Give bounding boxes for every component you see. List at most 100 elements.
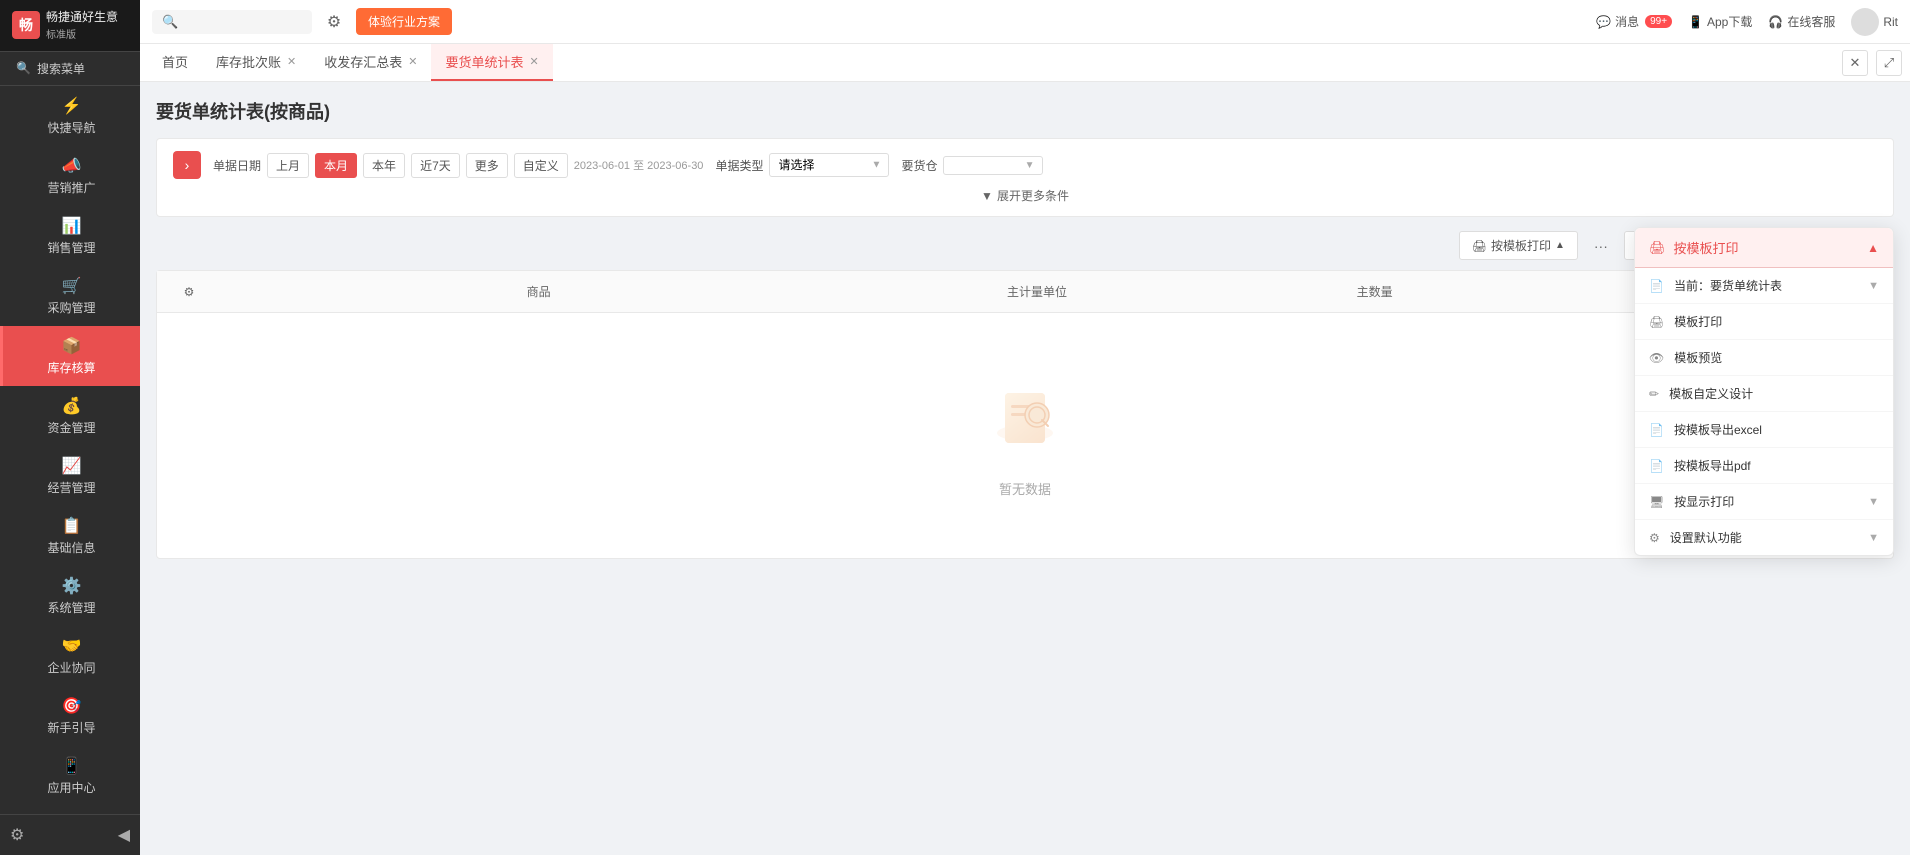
sidebar-item-marketing[interactable]: 📣 营销推广 [0,146,140,206]
dropdown-item-export-pdf[interactable]: 📄 按模板导出pdf [1635,448,1893,484]
inventory-icon: 📦 [62,336,82,356]
dropdown-default-func[interactable]: ⚙ 设置默认功能 ▼ [1635,520,1893,555]
basic-icon: 📋 [62,516,82,536]
sidebar-item-collab[interactable]: 🤝 企业协同 [0,626,140,686]
dropdown-current-item[interactable]: 📄 当前：要货单统计表 ▼ [1635,268,1893,304]
bill-type-select-wrapper[interactable]: 请选择 ▼ [769,153,889,177]
main-area: 🔍 ⚙ 体验行业方案 💬 消息 99+ 📱 App下载 🎧 在线客服 [140,0,1910,855]
sidebar-settings-icon[interactable]: ⚙ [10,825,24,845]
message-label: 消息 [1615,13,1639,30]
date-this-year-btn[interactable]: 本年 [363,153,405,178]
bill-type-label: 单据类型 [715,157,763,174]
th-settings[interactable]: ⚙ [169,281,209,303]
appstore-icon: 📱 [62,756,82,776]
date-filter: 单据日期 上月 本月 本年 近7天 更多 自定义 2023-06-01 至 20… [213,153,703,178]
online-service-btn[interactable]: 🎧 在线客服 [1768,13,1835,30]
yh-select-box[interactable]: ▼ [943,156,1043,175]
item-label: 模板打印 [1674,313,1722,330]
empty-text: 暂无数据 [999,479,1051,498]
tab-close-summary[interactable]: ✕ [408,55,417,68]
sidebar-item-operation[interactable]: 📈 经营管理 [0,446,140,506]
tab-close-inventory-batch[interactable]: ✕ [287,55,296,68]
yh-filter: 要货仓 ▼ [901,156,1043,175]
guide-icon: 🎯 [62,696,82,716]
date-this-month-btn[interactable]: 本月 [315,153,357,178]
date-7days-btn[interactable]: 近7天 [411,153,460,178]
bill-type-select[interactable]: 请选择 [769,153,889,177]
sidebar-item-purchase[interactable]: 🛒 采购管理 [0,266,140,326]
search-icon: 🔍 [16,61,31,75]
topbar-right: 💬 消息 99+ 📱 App下载 🎧 在线客服 Rit [1596,8,1898,36]
dropdown-collapse-btn[interactable]: ▲ [1867,241,1879,255]
content-area: 要货单统计表(按商品) › 单据日期 上月 本月 本年 近7天 更多 自定义 2… [140,82,1910,855]
sidebar-item-label: 企业协同 [47,659,95,676]
sidebar-item-finance[interactable]: 💰 资金管理 [0,386,140,446]
bill-type-filter: 单据类型 请选择 ▼ [715,153,889,177]
sidebar-item-inventory[interactable]: 📦 库存核算 [0,326,140,386]
display-print-icon: 🖥 [1649,495,1664,509]
tab-home[interactable]: 首页 [148,44,202,81]
dropdown-header: 🖨 按模板打印 ▲ [1635,228,1893,268]
message-btn[interactable]: 💬 消息 99+ [1596,13,1672,30]
dropdown-display-print[interactable]: 🖥 按显示打印 ▼ [1635,484,1893,520]
sidebar-search[interactable]: 🔍 搜索菜单 [0,52,140,86]
marketing-icon: 📣 [62,156,82,176]
sidebar-item-basic[interactable]: 📋 基础信息 [0,506,140,566]
date-more-btn[interactable]: 更多 [466,153,508,178]
sidebar-nav: ⚡ 快捷导航 📣 营销推广 📊 销售管理 🛒 采购管理 📦 库存核算 💰 资金管… [0,86,140,814]
tab-close-order-stats[interactable]: ✕ [530,55,539,68]
dropdown-item-export-excel[interactable]: 📄 按模板导出excel [1635,412,1893,448]
expand-label: 展开更多条件 [997,187,1069,204]
printer-icon: 🖨 [1472,239,1487,253]
sidebar-item-system[interactable]: ⚙️ 系统管理 [0,566,140,626]
sidebar-item-label: 新手引导 [47,719,95,736]
sidebar-item-quick-nav[interactable]: ⚡ 快捷导航 [0,86,140,146]
promo-btn[interactable]: 体验行业方案 [356,8,452,35]
sidebar-item-appstore[interactable]: 📱 应用中心 [0,746,140,806]
quick-nav-icon: ⚡ [62,96,82,116]
filter-expand-icon[interactable]: › [173,151,201,179]
sidebar-item-label: 销售管理 [47,239,95,256]
dropdown-item-template-print[interactable]: 🖨 模板打印 [1635,304,1893,340]
item-label: 按模板导出pdf [1674,457,1751,474]
tabs-actions: ✕ ⤢ [1842,50,1902,76]
sidebar-item-guide[interactable]: 🎯 新手引导 [0,686,140,746]
chevron-down-icon: ▼ [981,189,993,203]
tab-expand-btn[interactable]: ⤢ [1876,50,1902,76]
display-print-chevron: ▼ [1868,496,1879,508]
yh-label: 要货仓 [901,157,937,174]
sidebar: 畅 畅捷通好生意 标准版 🔍 搜索菜单 ⚡ 快捷导航 📣 营销推广 📊 销售管理… [0,0,140,855]
display-print-left: 🖥 按显示打印 [1649,493,1734,510]
print-btn[interactable]: 🖨 按模板打印 ▲ [1459,231,1578,260]
date-prev-month-btn[interactable]: 上月 [267,153,309,178]
app-download-label: App下载 [1707,13,1752,30]
tab-close-all-btn[interactable]: ✕ [1842,50,1868,76]
toolbar-more-icon[interactable]: ··· [1586,233,1616,259]
dropdown-item-template-preview[interactable]: 👁 模板预览 [1635,340,1893,376]
app-download-btn[interactable]: 📱 App下载 [1688,13,1752,30]
topbar-search-input[interactable] [178,15,288,29]
settings-icon: ⚙ [327,12,341,32]
date-custom-btn[interactable]: 自定义 [514,153,568,178]
dropdown-item-template-design[interactable]: ✏ 模板自定义设计 [1635,376,1893,412]
topbar-settings-btn[interactable]: ⚙ [320,8,348,36]
close-all-icon: ✕ [1850,55,1861,71]
sidebar-bottom: ⚙ ◀ [0,814,140,855]
finance-icon: 💰 [62,396,82,416]
expand-more-btn[interactable]: ▼ 展开更多条件 [981,187,1069,204]
sidebar-item-sales[interactable]: 📊 销售管理 [0,206,140,266]
sidebar-collapse-icon[interactable]: ◀ [118,825,130,845]
chevron-right-icon: › [185,157,190,173]
tab-summary[interactable]: 收发存汇总表 ✕ [310,44,431,81]
topbar-search-box[interactable]: 🔍 [152,10,312,34]
pdf-icon: 📄 [1649,459,1664,473]
gear-icon: ⚙ [1649,531,1660,545]
tab-order-stats[interactable]: 要货单统计表 ✕ [431,44,552,81]
printer-small-icon: 🖨 [1649,315,1664,329]
tab-label: 库存批次账 [216,52,281,71]
tab-inventory-batch[interactable]: 库存批次账 ✕ [202,44,310,81]
app-version: 标准版 [46,26,118,41]
sidebar-item-wechat[interactable]: 💬 企业微信 [0,806,140,814]
excel-icon: 📄 [1649,423,1664,437]
user-btn[interactable]: Rit [1851,8,1898,36]
